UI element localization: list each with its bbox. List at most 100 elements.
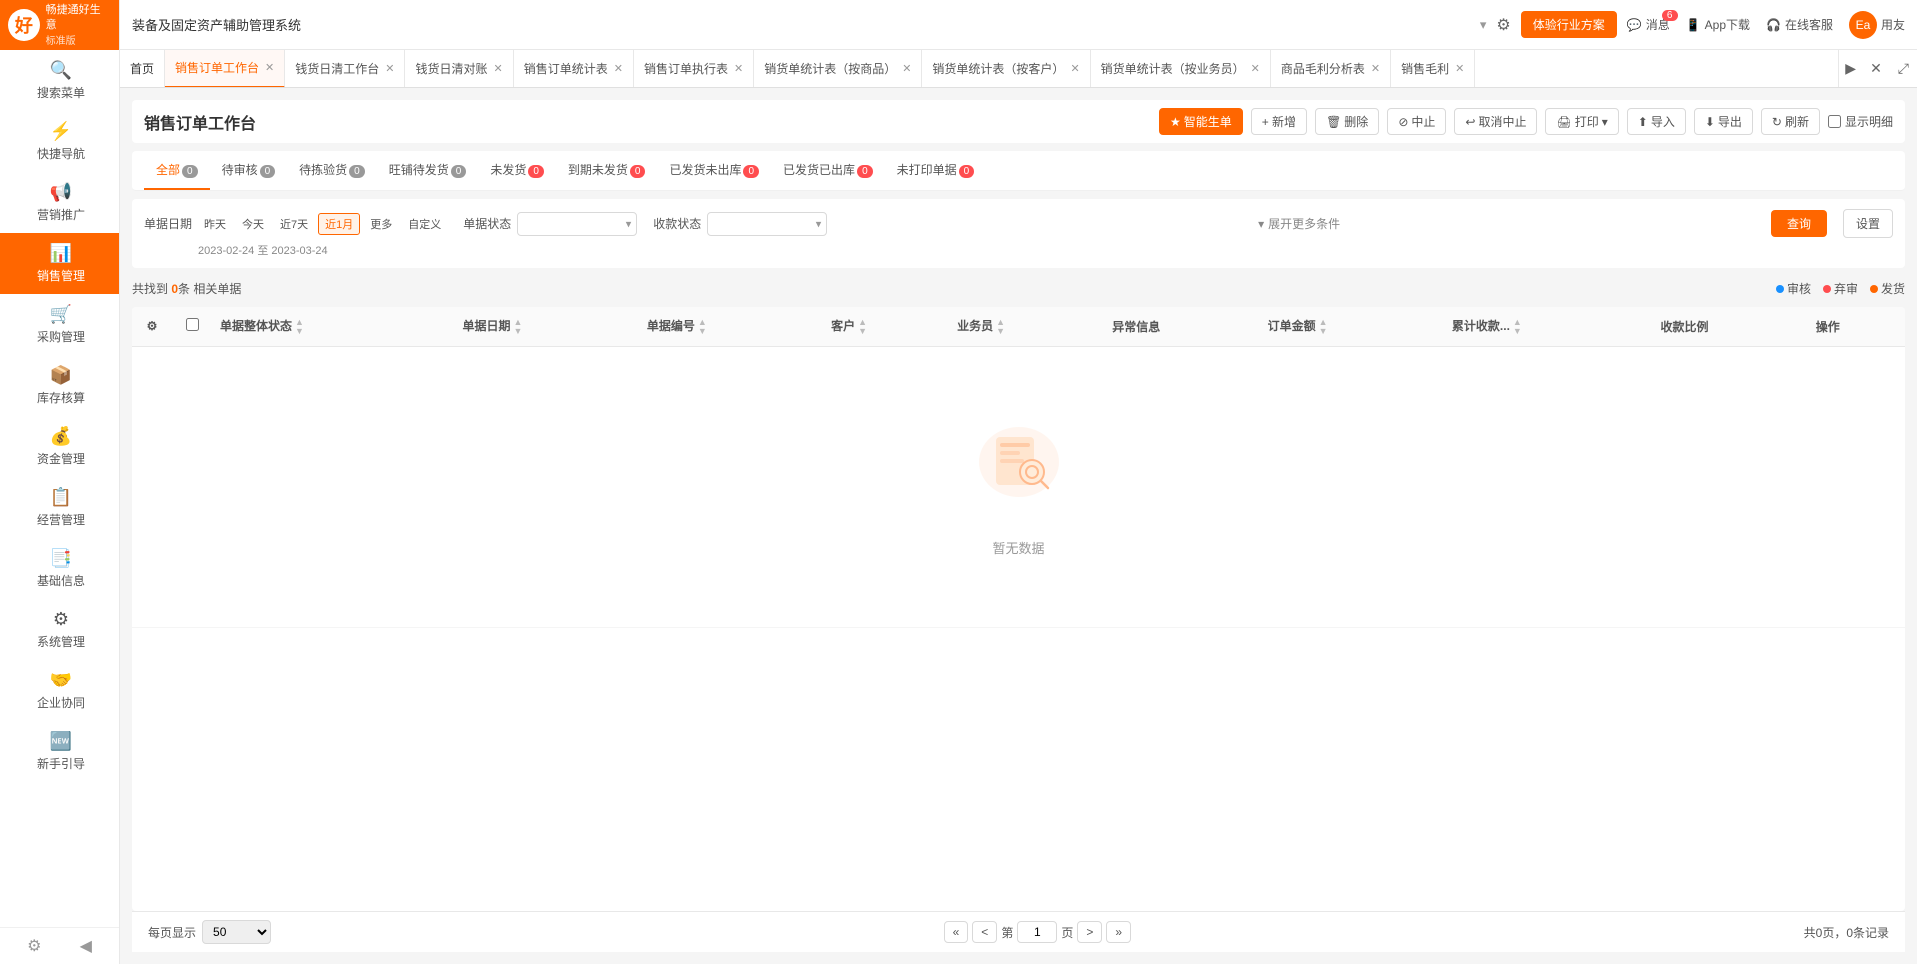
- sidebar-item-search[interactable]: 🔍搜索菜单: [0, 50, 119, 111]
- tab-close-sales-profit[interactable]: ✕: [1455, 62, 1464, 75]
- smart-create-btn[interactable]: ★ 智能生单: [1159, 108, 1243, 135]
- logo-sub: 标准版: [46, 32, 111, 47]
- topbar-settings-icon[interactable]: ⚙: [1496, 15, 1510, 35]
- th-settings[interactable]: ⚙: [132, 307, 172, 346]
- show-detail-checkbox[interactable]: [1828, 115, 1841, 128]
- sidebar-collapse-btn[interactable]: ◀: [80, 936, 92, 956]
- tab-close-sales-by-staff[interactable]: ✕: [1251, 62, 1260, 75]
- filter-tab-all[interactable]: 全部0: [144, 151, 210, 190]
- tabs-maximize[interactable]: ⤢: [1890, 50, 1917, 88]
- topbar-online-service[interactable]: 🎧 在线客服: [1766, 16, 1833, 33]
- tab-close-sales-workbench[interactable]: ✕: [265, 61, 274, 74]
- tab-home[interactable]: 首页: [120, 50, 165, 88]
- sidebar-item-marketing[interactable]: 📢营销推广: [0, 172, 119, 233]
- sidebar-item-basic-info[interactable]: 📑基础信息: [0, 538, 119, 599]
- delete-btn[interactable]: 🗑 删除: [1315, 108, 1379, 135]
- industry-btn[interactable]: 体验行业方案: [1521, 11, 1617, 38]
- page-number-input[interactable]: 1: [1017, 921, 1057, 943]
- tab-sales-by-product[interactable]: 销货单统计表（按商品）✕: [754, 50, 922, 88]
- tab-sales-by-staff[interactable]: 销货单统计表（按业务员）✕: [1091, 50, 1271, 88]
- review-btn[interactable]: 审核: [1776, 280, 1811, 297]
- sidebar-item-operations[interactable]: 📋经营管理: [0, 477, 119, 538]
- filter-tab-not-shipped[interactable]: 未发货0: [478, 151, 556, 190]
- th-label-status: 单据整体状态: [220, 319, 292, 333]
- topbar-user[interactable]: Ea 用友: [1849, 11, 1905, 39]
- filter-tab-pending-check[interactable]: 待拣验货0: [287, 151, 377, 190]
- page-title: 销售订单工作台: [144, 110, 1151, 134]
- date-range-display: 2023-02-24 至 2023-03-24: [144, 242, 1893, 258]
- th-checkbox[interactable]: [172, 307, 212, 346]
- sidebar-nav: 🔍搜索菜单⚡快捷导航📢营销推广📊销售管理🛒采购管理📦库存核算💰资金管理📋经营管理…: [0, 50, 119, 782]
- per-page-select[interactable]: 102050100: [202, 920, 271, 944]
- filter-tab-shipped-out[interactable]: 已发货已出库0: [771, 151, 885, 190]
- prev-page-btn[interactable]: <: [972, 921, 997, 943]
- payment-select[interactable]: [707, 212, 827, 236]
- filter-tab-wangpu-pending[interactable]: 旺铺待发货0: [377, 151, 479, 190]
- topbar-app-download[interactable]: 📱 App下载: [1686, 16, 1750, 33]
- last-page-btn[interactable]: »: [1106, 921, 1131, 943]
- tab-label-sales-exec: 销售订单执行表: [644, 60, 728, 77]
- tab-sales-stats[interactable]: 销售订单统计表✕: [514, 50, 634, 88]
- sidebar-item-enterprise[interactable]: 🤝企业协同: [0, 660, 119, 721]
- tab-close-cash-daily[interactable]: ✕: [385, 62, 394, 75]
- query-btn[interactable]: 查询: [1771, 210, 1827, 237]
- add-btn[interactable]: + 新增: [1251, 108, 1307, 135]
- sidebar-item-purchase[interactable]: 🛒采购管理: [0, 294, 119, 355]
- next-page-btn[interactable]: >: [1077, 921, 1102, 943]
- date-quick-自定义[interactable]: 自定义: [402, 214, 447, 234]
- suspend-btn[interactable]: ⊘ 中止: [1387, 108, 1446, 135]
- first-page-btn[interactable]: «: [944, 921, 969, 943]
- filter-tab-pending-review[interactable]: 待审核0: [210, 151, 288, 190]
- sidebar-settings-btn[interactable]: ⚙: [27, 936, 41, 956]
- date-quick-更多[interactable]: 更多: [364, 214, 398, 234]
- tab-close-sales-stats[interactable]: ✕: [614, 62, 623, 75]
- nav-icon-inventory: 📦: [50, 365, 72, 386]
- expand-btn[interactable]: ▾ 展开更多条件: [1258, 215, 1340, 232]
- filter-tab-not-printed[interactable]: 未打印单据0: [885, 151, 987, 190]
- tab-sales-profit[interactable]: 销售毛利✕: [1391, 50, 1475, 88]
- filter-tab-shipped-not-out[interactable]: 已发货未出库0: [657, 151, 771, 190]
- tab-close-sales-by-product[interactable]: ✕: [902, 62, 911, 75]
- status-select[interactable]: [517, 212, 637, 236]
- print-btn[interactable]: 🖨 打印 ▾: [1545, 108, 1618, 135]
- date-quick-近7天[interactable]: 近7天: [274, 214, 314, 234]
- tabs-scroll-right[interactable]: ▶: [1838, 50, 1862, 88]
- column-settings-icon[interactable]: ⚙: [147, 319, 158, 333]
- sidebar-item-finance[interactable]: 💰资金管理: [0, 416, 119, 477]
- tab-sales-workbench[interactable]: 销售订单工作台✕: [165, 50, 285, 88]
- star-icon: ★: [1170, 115, 1181, 129]
- sidebar-item-sales[interactable]: 📊销售管理: [0, 233, 119, 294]
- cancel-review-btn[interactable]: 弃审: [1823, 280, 1858, 297]
- tabs-close-all[interactable]: ✕: [1862, 50, 1890, 88]
- date-quick-今天[interactable]: 今天: [236, 214, 270, 234]
- tab-close-sales-exec[interactable]: ✕: [734, 62, 743, 75]
- tab-sales-by-customer[interactable]: 销货单统计表（按客户）✕: [922, 50, 1090, 88]
- date-quick-昨天[interactable]: 昨天: [198, 214, 232, 234]
- sidebar-item-guide[interactable]: 🆕新手引导: [0, 721, 119, 782]
- logo: 好 畅捷通好生意 标准版: [0, 0, 119, 50]
- select-all-checkbox[interactable]: [186, 318, 199, 331]
- sidebar-item-quick-nav[interactable]: ⚡快捷导航: [0, 111, 119, 172]
- topbar-dropdown-arrow[interactable]: ▾: [1480, 17, 1487, 33]
- action-row: 共找到 0条 相关单据 审核 弃审 发货: [132, 276, 1905, 301]
- settings-query-btn[interactable]: 设置: [1843, 209, 1893, 238]
- date-quick-近1月[interactable]: 近1月: [318, 213, 360, 235]
- sidebar-item-inventory[interactable]: 📦库存核算: [0, 355, 119, 416]
- import-btn[interactable]: ⬆ 导入: [1627, 108, 1686, 135]
- tab-cash-reconcile[interactable]: 钱货日清对账✕: [405, 50, 513, 88]
- show-detail-checkbox-label[interactable]: 显示明细: [1828, 113, 1893, 130]
- tab-product-margin[interactable]: 商品毛利分析表✕: [1271, 50, 1391, 88]
- tab-close-sales-by-customer[interactable]: ✕: [1070, 62, 1079, 75]
- export-btn[interactable]: ⬇ 导出: [1694, 108, 1753, 135]
- filter-tab-expired-not-shipped[interactable]: 到期未发货0: [556, 151, 658, 190]
- cancel-suspend-btn[interactable]: ↩ 取消中止: [1454, 108, 1537, 135]
- logo-name: 畅捷通好生意: [46, 3, 111, 32]
- tab-close-cash-reconcile[interactable]: ✕: [494, 62, 503, 75]
- ship-btn[interactable]: 发货: [1870, 280, 1905, 297]
- sidebar-item-system[interactable]: ⚙系统管理: [0, 599, 119, 660]
- tab-close-product-margin[interactable]: ✕: [1371, 62, 1380, 75]
- refresh-btn[interactable]: ↻ 刷新: [1761, 108, 1820, 135]
- tab-cash-daily[interactable]: 钱货日清工作台✕: [285, 50, 405, 88]
- tab-sales-exec[interactable]: 销售订单执行表 ✕: [634, 50, 754, 88]
- topbar-message[interactable]: 💬 6 消息: [1627, 16, 1670, 33]
